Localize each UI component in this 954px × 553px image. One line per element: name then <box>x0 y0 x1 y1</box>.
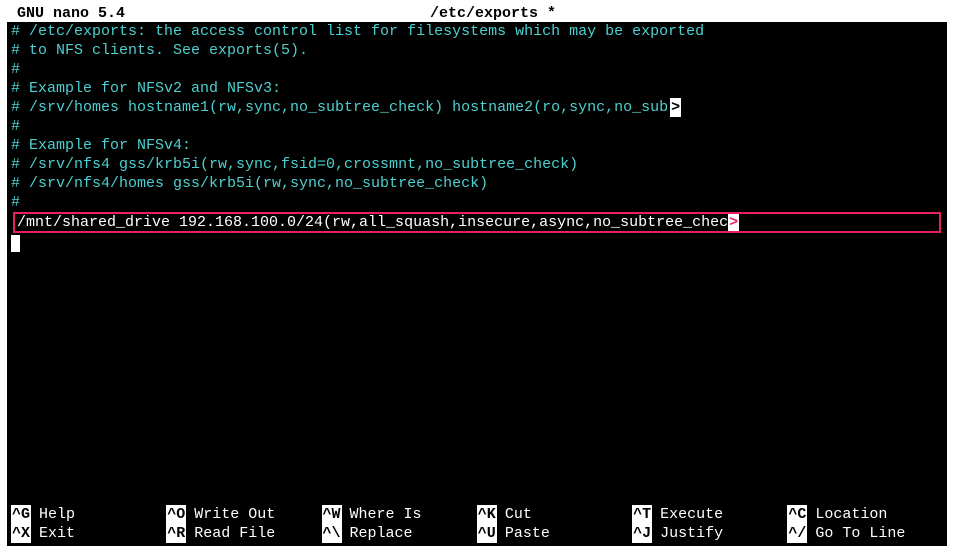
cursor-line <box>11 233 943 252</box>
cursor <box>11 235 20 252</box>
file-line: # /etc/exports: the access control list … <box>11 22 943 41</box>
highlighted-config-line: /mnt/shared_drive 192.168.100.0/24(rw,al… <box>13 212 941 233</box>
shortcut-read-file[interactable]: ^RRead File <box>166 524 321 543</box>
shortcut-go-to-line[interactable]: ^/Go To Line <box>787 524 942 543</box>
nano-titlebar: GNU nano 5.4 /etc/exports * <box>7 3 947 22</box>
app-name: GNU nano 5.4 <box>7 4 430 21</box>
menu-row-2: ^XExit ^RRead File ^\Replace ^UPaste ^JJ… <box>11 524 943 543</box>
menu-row-1: ^GHelp ^OWrite Out ^WWhere Is ^KCut ^TEx… <box>11 505 943 524</box>
file-line: # /srv/nfs4/homes gss/krb5i(rw,sync,no_s… <box>11 174 943 193</box>
terminal-window: GNU nano 5.4 /etc/exports * # /etc/expor… <box>7 3 947 546</box>
file-line: # <box>11 193 943 212</box>
shortcut-help[interactable]: ^GHelp <box>11 505 166 524</box>
file-line: # to NFS clients. See exports(5). <box>11 41 943 60</box>
file-path: /etc/exports * <box>430 4 556 21</box>
file-line: # <box>11 117 943 136</box>
file-line: # Example for NFSv2 and NFSv3: <box>11 79 943 98</box>
file-line: # <box>11 60 943 79</box>
file-line: # /srv/nfs4 gss/krb5i(rw,sync,fsid=0,cro… <box>11 155 943 174</box>
shortcut-exit[interactable]: ^XExit <box>11 524 166 543</box>
shortcut-cut[interactable]: ^KCut <box>477 505 632 524</box>
file-line: # /srv/homes hostname1(rw,sync,no_subtre… <box>11 98 943 117</box>
shortcut-where-is[interactable]: ^WWhere Is <box>322 505 477 524</box>
shortcut-replace[interactable]: ^\Replace <box>322 524 477 543</box>
shortcut-justify[interactable]: ^JJustify <box>632 524 787 543</box>
shortcut-location[interactable]: ^CLocation <box>787 505 942 524</box>
truncate-indicator: > <box>728 213 739 233</box>
shortcut-execute[interactable]: ^TExecute <box>632 505 787 524</box>
shortcut-paste[interactable]: ^UPaste <box>477 524 632 543</box>
editor-content[interactable]: # /etc/exports: the access control list … <box>7 22 947 252</box>
file-line: # Example for NFSv4: <box>11 136 943 155</box>
shortcut-write-out[interactable]: ^OWrite Out <box>166 505 321 524</box>
nano-shortcut-menu: ^GHelp ^OWrite Out ^WWhere Is ^KCut ^TEx… <box>7 505 947 543</box>
truncate-indicator: > <box>670 98 681 118</box>
